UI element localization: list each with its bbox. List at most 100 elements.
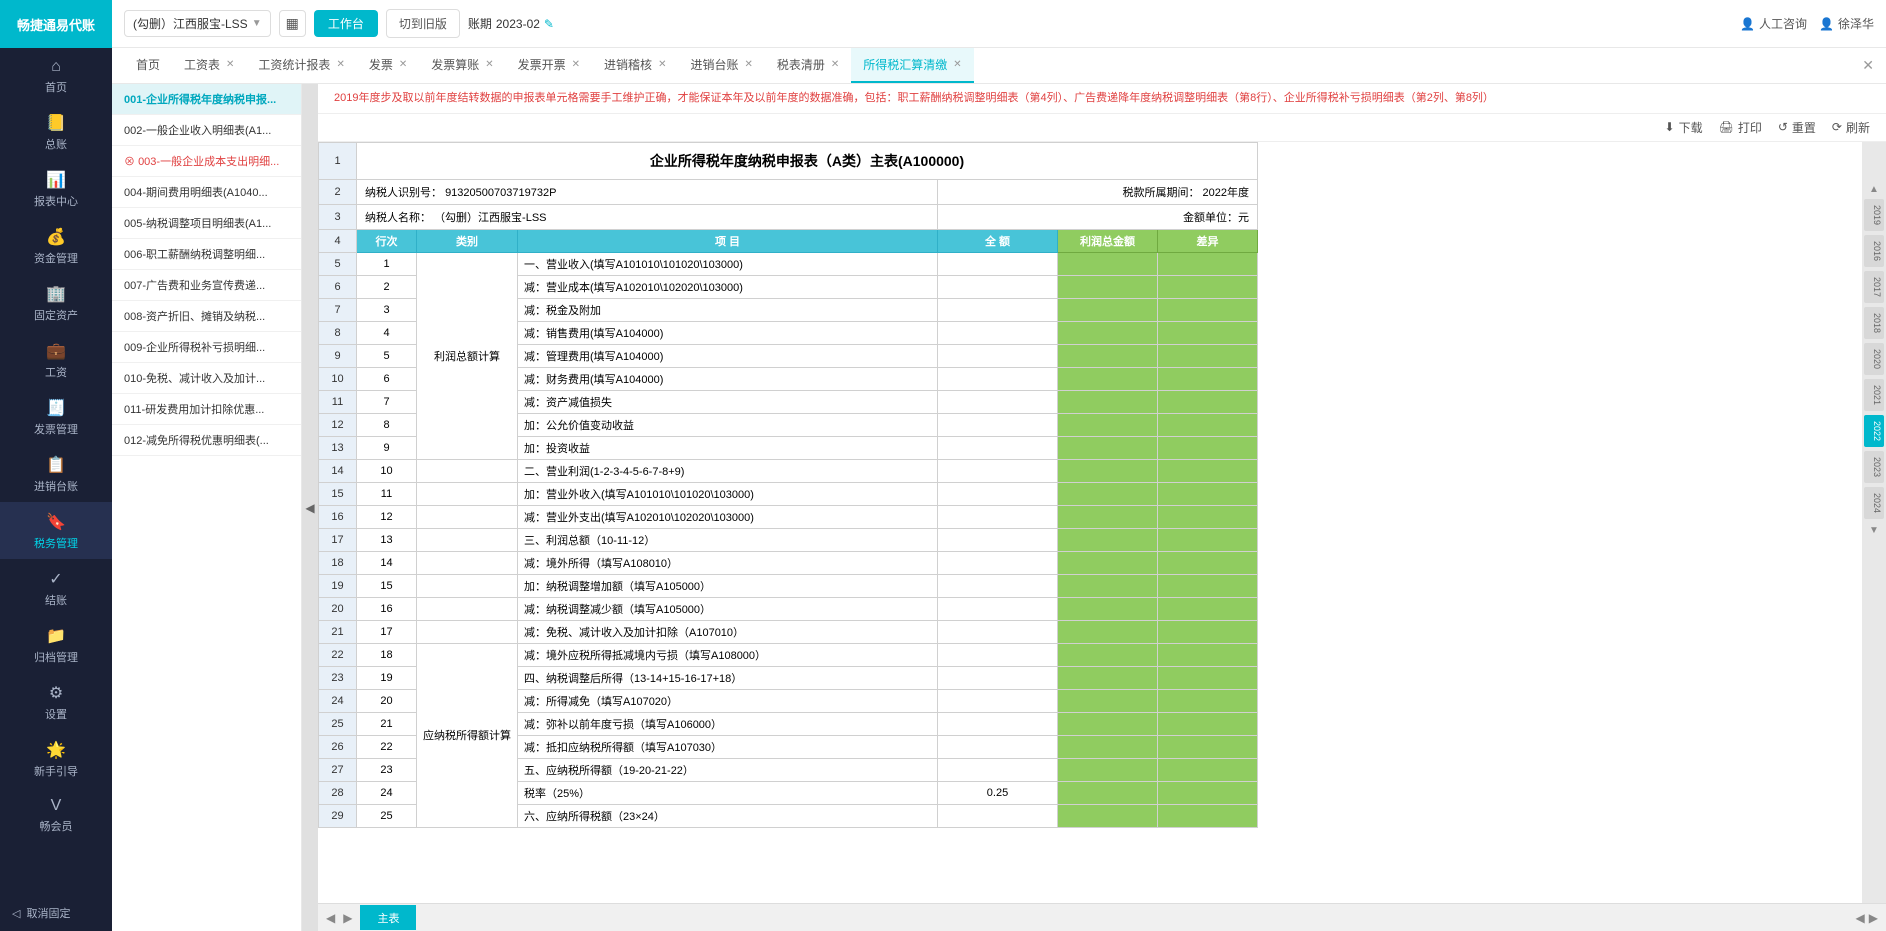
left-panel-item-001[interactable]: 001-企业所得税年度纳税申报... [112, 84, 301, 115]
table-row: 14 10 二、营业利润(1-2-3-4-5-6-7-8+9) [319, 459, 1258, 482]
download-button[interactable]: ⬇ 下载 [1665, 119, 1703, 136]
taxpayer-name-row: 3 纳税人名称： （勾删）江西服宝-LSS 金额单位：元 [319, 204, 1258, 229]
sidebar-item-purchase-sales[interactable]: 📋 进销台账 [0, 445, 112, 502]
timeline-2018[interactable]: 2018 [1864, 307, 1884, 339]
reset-button[interactable]: ↺ 重置 [1778, 119, 1816, 136]
invoice-icon: 🧾 [46, 398, 66, 418]
left-panel-item-008[interactable]: 008-资产折旧、摊销及纳税... [112, 301, 301, 332]
left-panel-item-002[interactable]: 002-一般企业收入明细表(A1... [112, 115, 301, 146]
tab-invoice-open-close[interactable]: ✕ [572, 59, 580, 70]
tab-payroll-report[interactable]: 工资统计报表 ✕ [246, 48, 356, 83]
refresh-button[interactable]: ⟳ 刷新 [1832, 119, 1870, 136]
sidebar-item-guide[interactable]: 🌟 新手引导 [0, 730, 112, 787]
sidebar-label-invoice: 发票管理 [34, 421, 78, 437]
tab-payroll-report-close[interactable]: ✕ [336, 59, 344, 70]
tab-invoice-close[interactable]: ✕ [399, 59, 407, 70]
tab-invoice-calc[interactable]: 发票算账 ✕ [419, 48, 505, 83]
timeline-down-arrow[interactable]: ▼ [1869, 525, 1879, 536]
timeline-2017[interactable]: 2017 [1864, 271, 1884, 303]
sheet-nav-left[interactable]: ◀ [326, 911, 335, 925]
taxpayer-id-label: 纳税人识别号： [365, 187, 442, 199]
sidebar-item-general-ledger[interactable]: 📒 总账 [0, 103, 112, 160]
tab-income-tax-close[interactable]: ✕ [953, 59, 961, 70]
tab-ledger[interactable]: 进销台账 ✕ [678, 48, 764, 83]
left-panel-item-012[interactable]: 012-减免所得税优惠明细表(... [112, 425, 301, 456]
sidebar-item-vip[interactable]: V 畅会员 [0, 787, 112, 842]
tab-income-tax[interactable]: 所得税汇算清缴 ✕ [851, 48, 973, 83]
left-panel-item-011[interactable]: 011-研发费用加计扣除优惠... [112, 394, 301, 425]
scroll-left-btn[interactable]: ◀ [1856, 911, 1865, 925]
tab-invoice-open[interactable]: 发票开票 ✕ [506, 48, 592, 83]
sheet-main[interactable]: 1 企业所得税年度纳税申报表（A类）主表(A100000) 2 纳税人识别号： … [318, 142, 1862, 904]
tab-payroll[interactable]: 工资表 ✕ [172, 48, 246, 83]
sidebar-item-close-account[interactable]: ✓ 结账 [0, 559, 112, 616]
tab-home[interactable]: 首页 [124, 48, 172, 83]
sidebar-item-assets[interactable]: 🏢 固定资产 [0, 274, 112, 331]
left-panel: 001-企业所得税年度纳税申报... 002-一般企业收入明细表(A1... ⊗… [112, 84, 302, 931]
refresh-label: 刷新 [1846, 119, 1870, 136]
print-button[interactable]: 🖨 打印 [1719, 119, 1762, 136]
taxpayer-name-label: 纳税人名称： [365, 212, 431, 224]
row-num-1: 1 [319, 142, 357, 179]
sidebar-item-reports[interactable]: 📊 报表中心 [0, 160, 112, 217]
left-panel-item-007[interactable]: 007-广告费和业务宣传费递... [112, 270, 301, 301]
timeline-2022[interactable]: 2022 [1864, 415, 1884, 447]
table-row: 21 17 减：免税、减计收入及加计扣除（A107010） [319, 620, 1258, 643]
user-profile[interactable]: 👤 徐泽华 [1819, 15, 1874, 32]
company-icon-btn[interactable]: ▦ [279, 10, 306, 37]
tab-invoice-open-label: 发票开票 [518, 56, 566, 73]
sidebar-item-tax[interactable]: 🔖 税务管理 [0, 502, 112, 559]
sidebar-item-salary[interactable]: 💼 工资 [0, 331, 112, 388]
unpin-button[interactable]: ◁ 取消固定 [0, 895, 112, 931]
tab-verify[interactable]: 进销稽核 ✕ [592, 48, 678, 83]
tab-verify-label: 进销稽核 [604, 56, 652, 73]
sidebar-item-settings[interactable]: ⚙ 设置 [0, 673, 112, 730]
spreadsheet-title: 企业所得税年度纳税申报表（A类）主表(A100000) [357, 142, 1258, 179]
tab-tax-summary[interactable]: 税表清册 ✕ [765, 48, 851, 83]
left-panel-item-004[interactable]: 004-期间费用明细表(A1040... [112, 177, 301, 208]
timeline-2021[interactable]: 2021 [1864, 379, 1884, 411]
consult-button[interactable]: 👤 人工咨询 [1740, 15, 1807, 32]
tab-tax-summary-close[interactable]: ✕ [831, 59, 839, 70]
tab-invoice[interactable]: 发票 ✕ [357, 48, 419, 83]
scroll-right-btn[interactable]: ▶ [1869, 911, 1878, 925]
sidebar-label-assets: 固定资产 [34, 307, 78, 323]
guide-icon: 🌟 [46, 740, 66, 760]
navtabs-close-all[interactable]: ✕ [1862, 57, 1874, 74]
spreadsheet-area: 1 企业所得税年度纳税申报表（A类）主表(A100000) 2 纳税人识别号： … [318, 142, 1886, 904]
left-panel-item-003[interactable]: ⊗ 003-一般企业成本支出明细... [112, 146, 301, 177]
left-panel-item-009[interactable]: 009-企业所得税补亏损明细... [112, 332, 301, 363]
sidebar-item-invoice[interactable]: 🧾 发票管理 [0, 388, 112, 445]
left-panel-collapse[interactable]: ◀ [302, 84, 318, 931]
col-chayii-header: 差异 [1158, 229, 1258, 252]
tab-verify-close[interactable]: ✕ [658, 59, 666, 70]
table-row: 5 1 利润总额计算 一、营业收入(填写A101010\101020\10300… [319, 252, 1258, 275]
sidebar-label-reports: 报表中心 [34, 193, 78, 209]
left-panel-item-010[interactable]: 010-免税、减计收入及加计... [112, 363, 301, 394]
work-table-button[interactable]: 工作台 [314, 10, 378, 37]
table-row: 17 13 三、利润总额（10-11-12） [319, 528, 1258, 551]
period-edit-icon[interactable]: ✎ [544, 17, 554, 31]
left-panel-item-006[interactable]: 006-职工薪酬纳税调整明细... [112, 239, 301, 270]
sidebar-item-home[interactable]: ⌂ 首页 [0, 48, 112, 103]
sidebar: 畅捷通易代账 ⌂ 首页 📒 总账 📊 报表中心 💰 资金管理 🏢 固定资产 💼 … [0, 0, 112, 931]
sidebar-item-archive[interactable]: 📁 归档管理 [0, 616, 112, 673]
download-label: 下载 [1679, 119, 1703, 136]
timeline-2024[interactable]: 2024 [1864, 487, 1884, 519]
print-label: 打印 [1738, 119, 1762, 136]
timeline-2020[interactable]: 2020 [1864, 343, 1884, 375]
sidebar-item-finance[interactable]: 💰 资金管理 [0, 217, 112, 274]
company-selector[interactable]: (勾删）江西服宝-LSS ▼ [124, 10, 271, 37]
tab-invoice-calc-close[interactable]: ✕ [485, 59, 493, 70]
tab-payroll-close[interactable]: ✕ [226, 59, 234, 70]
tab-ledger-close[interactable]: ✕ [744, 59, 752, 70]
taxpayer-id-value: 91320500703719732P [445, 187, 556, 199]
timeline-2023[interactable]: 2023 [1864, 451, 1884, 483]
sheet-tab-main[interactable]: 主表 [360, 905, 416, 930]
timeline-2019[interactable]: 2019 [1864, 199, 1884, 231]
timeline-up-arrow[interactable]: ▲ [1869, 184, 1879, 195]
switch-old-button[interactable]: 切到旧版 [386, 9, 460, 38]
sheet-nav-right[interactable]: ▶ [343, 911, 352, 925]
left-panel-item-005[interactable]: 005-纳税调整项目明细表(A1... [112, 208, 301, 239]
timeline-2016[interactable]: 2016 [1864, 235, 1884, 267]
